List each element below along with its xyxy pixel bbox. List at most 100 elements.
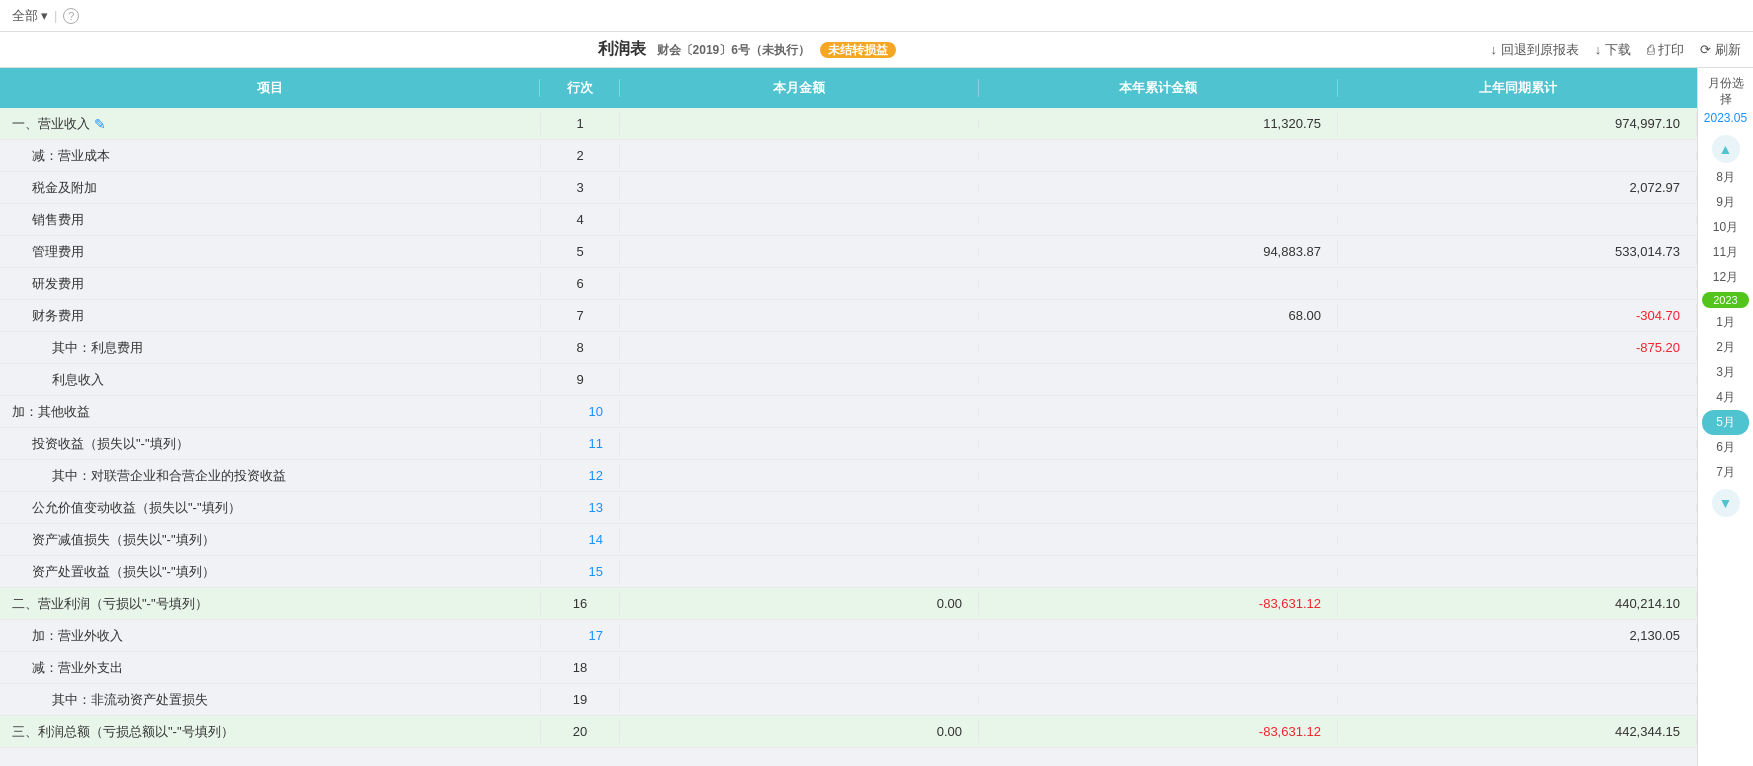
header-cur-month: 本月金额 xyxy=(620,79,979,97)
item-label: 其中：对联营企业和合营企业的投资收益 xyxy=(52,467,286,485)
download-button[interactable]: ↓ 下载 xyxy=(1595,41,1631,59)
sidebar-month-item[interactable]: 12月 xyxy=(1698,265,1753,290)
cell-row-num: 8 xyxy=(540,336,620,359)
cell-cur-month xyxy=(620,536,979,544)
print-button[interactable]: ⎙ 打印 xyxy=(1647,41,1685,59)
main-container: 项目 行次 本月金额 本年累计金额 上年同期累计 一、营业收入 ✎ 1 11,3… xyxy=(0,68,1753,766)
table-row: 其中：非流动资产处置损失 19 xyxy=(0,684,1697,716)
table-row: 减：营业成本 2 xyxy=(0,140,1697,172)
cell-row-num: 12 xyxy=(540,464,620,487)
item-label: 减：营业成本 xyxy=(32,147,110,165)
cell-year-total xyxy=(979,504,1338,512)
cell-cur-month xyxy=(620,504,979,512)
item-label: 加：其他收益 xyxy=(12,403,90,421)
status-badge: 未结转损益 xyxy=(820,42,896,58)
cell-row-num: 16 xyxy=(540,592,620,615)
sidebar-month-item[interactable]: 10月 xyxy=(1698,215,1753,240)
item-label: 其中：非流动资产处置损失 xyxy=(52,691,208,709)
table-row: 三、利润总额（亏损总额以"-"号填列） 20 0.00 -83,631.12 4… xyxy=(0,716,1697,748)
sidebar-month-item[interactable]: 8月 xyxy=(1698,165,1753,190)
sidebar-up-icon[interactable]: ▲ xyxy=(1712,135,1740,163)
item-label: 管理费用 xyxy=(32,243,84,261)
item-label: 投资收益（损失以"-"填列） xyxy=(32,435,189,453)
table-row: 公允价值变动收益（损失以"-"填列） 13 xyxy=(0,492,1697,524)
sidebar-month-item[interactable]: 5月 xyxy=(1702,410,1749,435)
sidebar-month-item[interactable]: 7月 xyxy=(1698,460,1753,485)
cell-row-num: 4 xyxy=(540,208,620,231)
table-row: 管理费用 5 94,883.87 533,014.73 xyxy=(0,236,1697,268)
header-year-total: 本年累计金额 xyxy=(979,79,1338,97)
cell-item: 销售费用 xyxy=(0,207,540,233)
cell-cur-month xyxy=(620,216,979,224)
nav-dropdown-all[interactable]: 全部 ▾ xyxy=(12,7,48,25)
cell-year-total xyxy=(979,184,1338,192)
cell-last-year xyxy=(1338,280,1697,288)
cell-cur-month xyxy=(620,632,979,640)
sidebar-month-item[interactable]: 4月 xyxy=(1698,385,1753,410)
cell-last-year xyxy=(1338,504,1697,512)
table-row: 资产减值损失（损失以"-"填列） 14 xyxy=(0,524,1697,556)
table-row: 投资收益（损失以"-"填列） 11 xyxy=(0,428,1697,460)
cell-row-num: 15 xyxy=(540,560,620,583)
cell-item: 加：其他收益 xyxy=(0,399,540,425)
sidebar-month-item[interactable]: 1月 xyxy=(1698,310,1753,335)
cell-last-year xyxy=(1338,664,1697,672)
cell-last-year xyxy=(1338,696,1697,704)
sidebar-month-item[interactable]: 2月 xyxy=(1698,335,1753,360)
cell-row-num: 14 xyxy=(540,528,620,551)
table-row: 销售费用 4 xyxy=(0,204,1697,236)
cell-item: 管理费用 xyxy=(0,239,540,265)
table-row: 一、营业收入 ✎ 1 11,320.75 974,997.10 xyxy=(0,108,1697,140)
cell-cur-month xyxy=(620,344,979,352)
cell-year-total xyxy=(979,280,1338,288)
cell-row-num: 9 xyxy=(540,368,620,391)
cell-last-year xyxy=(1338,440,1697,448)
cell-year-total xyxy=(979,632,1338,640)
table-row: 税金及附加 3 2,072.97 xyxy=(0,172,1697,204)
cell-item: 利息收入 xyxy=(0,367,540,393)
item-label: 利息收入 xyxy=(52,371,104,389)
header-last-year: 上年同期累计 xyxy=(1338,79,1697,97)
sidebar-month-item[interactable]: 6月 xyxy=(1698,435,1753,460)
cell-row-num: 3 xyxy=(540,176,620,199)
cell-cur-month xyxy=(620,472,979,480)
table-row: 利息收入 9 xyxy=(0,364,1697,396)
sidebar-month-item[interactable]: 11月 xyxy=(1698,240,1753,265)
cell-row-num: 13 xyxy=(540,496,620,519)
cell-year-total xyxy=(979,216,1338,224)
cell-item: 其中：利息费用 xyxy=(0,335,540,361)
item-label: 加：营业外收入 xyxy=(32,627,123,645)
cell-last-year xyxy=(1338,536,1697,544)
back-button[interactable]: ↓ 回退到原报表 xyxy=(1491,41,1579,59)
cell-row-num: 6 xyxy=(540,272,620,295)
edit-icon[interactable]: ✎ xyxy=(94,116,106,132)
cell-row-num: 19 xyxy=(540,688,620,711)
sidebar-month-item[interactable]: 3月 xyxy=(1698,360,1753,385)
cell-row-num: 2 xyxy=(540,144,620,167)
help-icon[interactable]: ? xyxy=(63,8,79,24)
item-label: 资产处置收益（损失以"-"填列） xyxy=(32,563,215,581)
cell-item: 财务费用 xyxy=(0,303,540,329)
cell-cur-month xyxy=(620,248,979,256)
cell-item: 减：营业成本 xyxy=(0,143,540,169)
cell-year-total xyxy=(979,664,1338,672)
cell-cur-month xyxy=(620,696,979,704)
sidebar-right: 月份选择 2023.05 ▲ 8月9月10月11月12月20231月2月3月4月… xyxy=(1697,68,1753,766)
item-label: 税金及附加 xyxy=(32,179,97,197)
sidebar-month-item[interactable]: 9月 xyxy=(1698,190,1753,215)
sidebar-down-icon[interactable]: ▼ xyxy=(1712,489,1740,517)
cell-year-total xyxy=(979,344,1338,352)
cell-row-num: 5 xyxy=(540,240,620,263)
dropdown-arrow-icon: ▾ xyxy=(41,8,48,23)
cell-year-total: 68.00 xyxy=(979,304,1338,327)
cell-year-total xyxy=(979,440,1338,448)
table-row: 其中：利息费用 8 -875.20 xyxy=(0,332,1697,364)
item-label: 销售费用 xyxy=(32,211,84,229)
cell-last-year: 440,214.10 xyxy=(1338,592,1697,615)
cell-cur-month xyxy=(620,152,979,160)
cell-year-total xyxy=(979,472,1338,480)
dropdown-label: 全部 xyxy=(12,7,38,25)
refresh-button[interactable]: ⟳ 刷新 xyxy=(1700,41,1741,59)
cell-item: 二、营业利润（亏损以"-"号填列） xyxy=(0,591,540,617)
table-body: 一、营业收入 ✎ 1 11,320.75 974,997.10 减：营业成本 2… xyxy=(0,108,1697,748)
